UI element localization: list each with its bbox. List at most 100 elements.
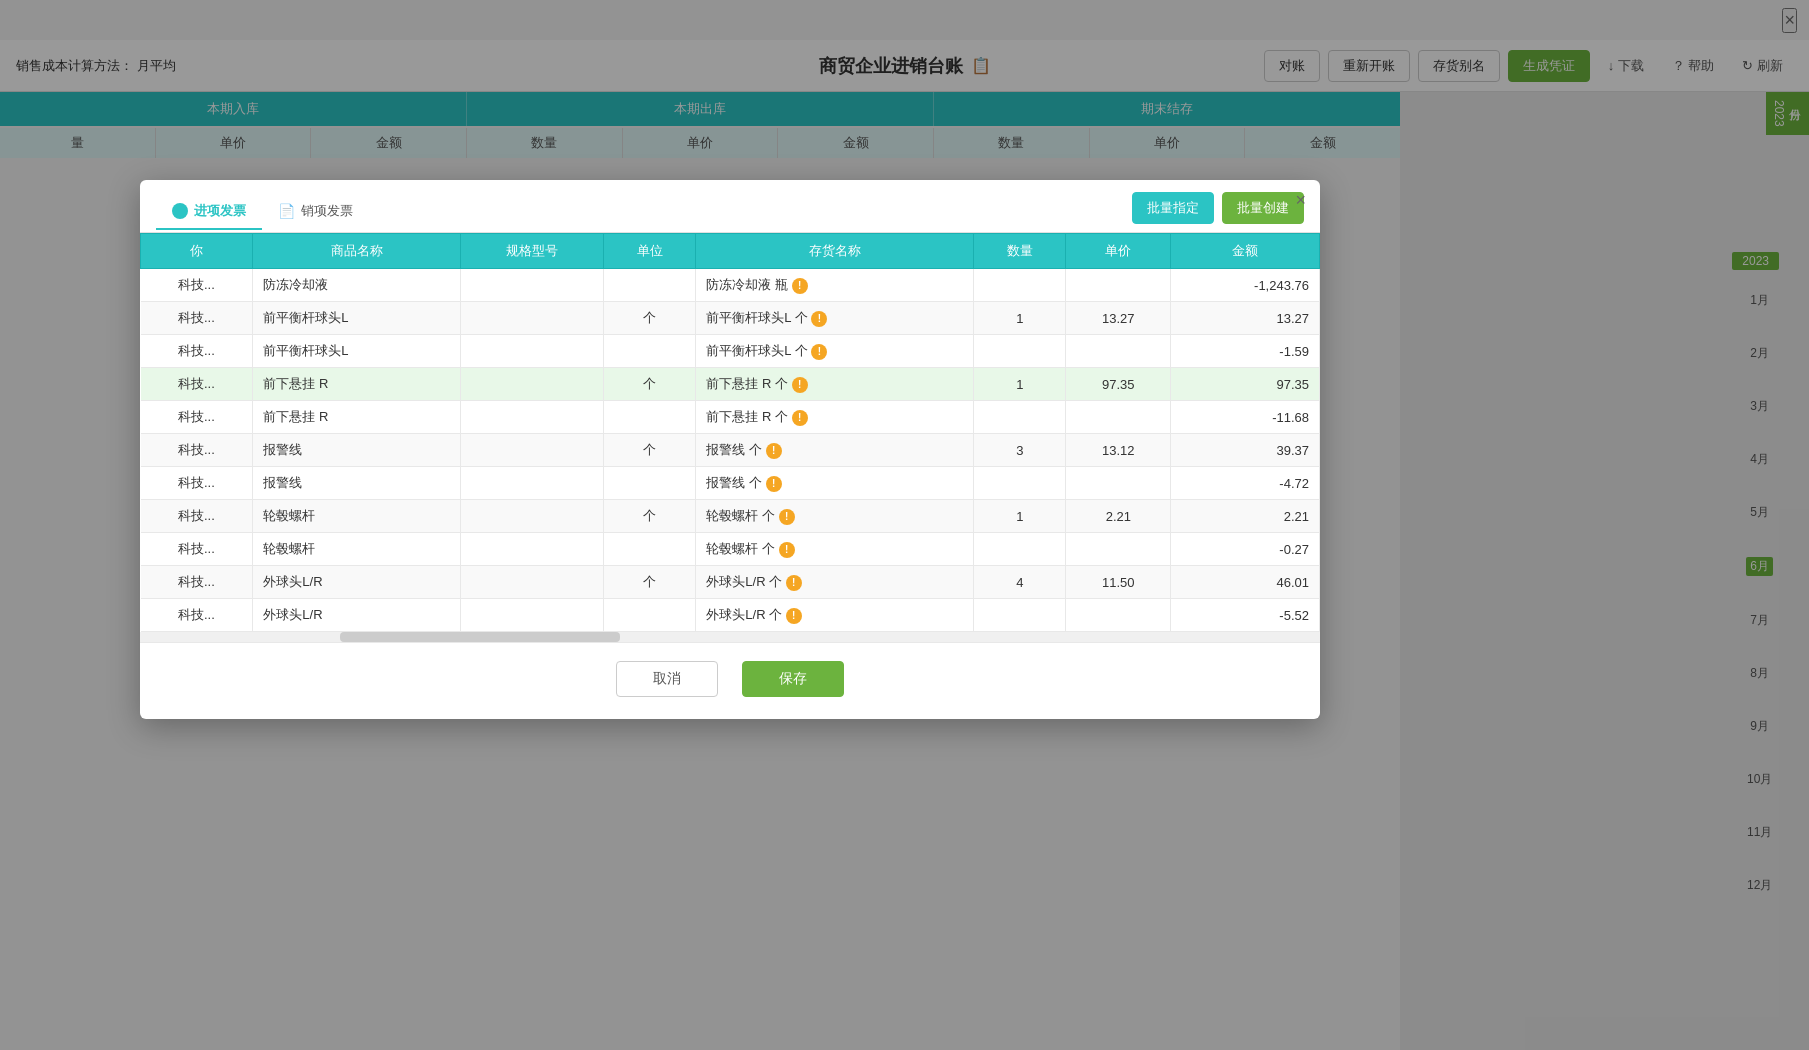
- cell-product-name: 外球头L/R: [253, 566, 461, 599]
- cell-price: 97.35: [1066, 368, 1171, 401]
- cell-qty: 4: [974, 566, 1066, 599]
- cell-qty: [974, 533, 1066, 566]
- cell-amount: 46.01: [1171, 566, 1320, 599]
- warning-icon: !: [779, 509, 795, 525]
- purchase-tab-icon: [172, 203, 188, 219]
- cell-product-name: 前下悬挂 R: [253, 401, 461, 434]
- cell-spec: [461, 434, 604, 467]
- cell-product-name: 报警线: [253, 467, 461, 500]
- cell-price: 13.27: [1066, 302, 1171, 335]
- horizontal-scrollbar[interactable]: [140, 632, 1320, 642]
- table-row: 科技... 报警线 个 报警线 个 ! 3 13.12 39.37: [141, 434, 1320, 467]
- cell-unit: [604, 533, 696, 566]
- cell-amount: 13.27: [1171, 302, 1320, 335]
- col-header-inventory-name: 存货名称: [696, 234, 974, 269]
- cell-product-name: 轮毂螺杆: [253, 500, 461, 533]
- cell-unit: 个: [604, 500, 696, 533]
- cell-inventory-name: 报警线 个 !: [696, 434, 974, 467]
- cell-unit: [604, 467, 696, 500]
- cell-qty: [974, 269, 1066, 302]
- cell-unit: 个: [604, 434, 696, 467]
- cell-company: 科技...: [141, 500, 253, 533]
- cell-inventory-name: 报警线 个 !: [696, 467, 974, 500]
- cell-amount: -11.68: [1171, 401, 1320, 434]
- cell-amount: -1.59: [1171, 335, 1320, 368]
- tab-purchase-invoice[interactable]: 进项发票: [156, 194, 262, 230]
- table-row: 科技... 轮毂螺杆 轮毂螺杆 个 ! -0.27: [141, 533, 1320, 566]
- warning-icon: !: [792, 278, 808, 294]
- cell-inventory-name: 外球头L/R 个 !: [696, 599, 974, 632]
- cell-amount: 2.21: [1171, 500, 1320, 533]
- cell-amount: 39.37: [1171, 434, 1320, 467]
- table-row: 科技... 外球头L/R 外球头L/R 个 ! -5.52: [141, 599, 1320, 632]
- warning-icon: !: [811, 311, 827, 327]
- cell-unit: [604, 335, 696, 368]
- tab-sales-invoice[interactable]: 📄 销项发票: [262, 194, 369, 230]
- cell-price: [1066, 401, 1171, 434]
- modal-table-scroll[interactable]: 你 商品名称 规格型号 单位 存货名称 数量 单价 金额 科技... 防冻冷却液…: [140, 233, 1320, 632]
- cell-company: 科技...: [141, 269, 253, 302]
- cell-price: 13.12: [1066, 434, 1171, 467]
- warning-icon: !: [786, 608, 802, 624]
- sales-tab-icon: 📄: [278, 203, 295, 219]
- cell-qty: [974, 401, 1066, 434]
- cell-inventory-name: 前下悬挂 R 个 !: [696, 368, 974, 401]
- cell-product-name: 报警线: [253, 434, 461, 467]
- cell-amount: 97.35: [1171, 368, 1320, 401]
- cell-price: [1066, 599, 1171, 632]
- cell-product-name: 前平衡杆球头L: [253, 335, 461, 368]
- table-row: 科技... 外球头L/R 个 外球头L/R 个 ! 4 11.50 46.01: [141, 566, 1320, 599]
- cell-spec: [461, 401, 604, 434]
- cell-qty: [974, 467, 1066, 500]
- cell-inventory-name: 轮毂螺杆 个 !: [696, 500, 974, 533]
- cell-amount: -5.52: [1171, 599, 1320, 632]
- cell-spec: [461, 368, 604, 401]
- col-header-unit: 单位: [604, 234, 696, 269]
- warning-icon: !: [779, 542, 795, 558]
- cell-company: 科技...: [141, 335, 253, 368]
- cell-qty: 1: [974, 500, 1066, 533]
- warning-icon: !: [792, 410, 808, 426]
- cell-amount: -1,243.76: [1171, 269, 1320, 302]
- cell-spec: [461, 467, 604, 500]
- table-row: 科技... 前下悬挂 R 前下悬挂 R 个 ! -11.68: [141, 401, 1320, 434]
- warning-icon: !: [792, 377, 808, 393]
- scrollbar-thumb[interactable]: [340, 632, 620, 642]
- cell-company: 科技...: [141, 434, 253, 467]
- cell-spec: [461, 566, 604, 599]
- cell-qty: [974, 599, 1066, 632]
- cell-spec: [461, 302, 604, 335]
- modal-footer: 取消 保存: [140, 642, 1320, 719]
- cell-price: [1066, 269, 1171, 302]
- cell-qty: 1: [974, 368, 1066, 401]
- cell-spec: [461, 500, 604, 533]
- save-button[interactable]: 保存: [742, 661, 844, 697]
- col-header-company: 你: [141, 234, 253, 269]
- batch-create-button[interactable]: 批量创建: [1222, 192, 1304, 224]
- modal-header: 进项发票 📄 销项发票 批量指定 批量创建 ×: [140, 180, 1320, 233]
- cell-qty: 1: [974, 302, 1066, 335]
- cancel-button[interactable]: 取消: [616, 661, 718, 697]
- modal-table: 你 商品名称 规格型号 单位 存货名称 数量 单价 金额 科技... 防冻冷却液…: [140, 233, 1320, 632]
- col-header-spec: 规格型号: [461, 234, 604, 269]
- table-row: 科技... 报警线 报警线 个 ! -4.72: [141, 467, 1320, 500]
- batch-assign-button[interactable]: 批量指定: [1132, 192, 1214, 224]
- cell-product-name: 轮毂螺杆: [253, 533, 461, 566]
- warning-icon: !: [811, 344, 827, 360]
- warning-icon: !: [766, 443, 782, 459]
- cell-product-name: 防冻冷却液: [253, 269, 461, 302]
- modal-close-button[interactable]: ×: [1295, 190, 1306, 211]
- cell-price: [1066, 533, 1171, 566]
- modal-header-buttons: 批量指定 批量创建: [1132, 192, 1304, 232]
- table-row: 科技... 轮毂螺杆 个 轮毂螺杆 个 ! 1 2.21 2.21: [141, 500, 1320, 533]
- cell-unit: 个: [604, 566, 696, 599]
- warning-icon: !: [786, 575, 802, 591]
- cell-spec: [461, 599, 604, 632]
- cell-inventory-name: 防冻冷却液 瓶 !: [696, 269, 974, 302]
- cell-inventory-name: 前平衡杆球头L 个 !: [696, 302, 974, 335]
- cell-qty: [974, 335, 1066, 368]
- cell-product-name: 前平衡杆球头L: [253, 302, 461, 335]
- cell-inventory-name: 前平衡杆球头L 个 !: [696, 335, 974, 368]
- cell-product-name: 外球头L/R: [253, 599, 461, 632]
- cell-unit: [604, 269, 696, 302]
